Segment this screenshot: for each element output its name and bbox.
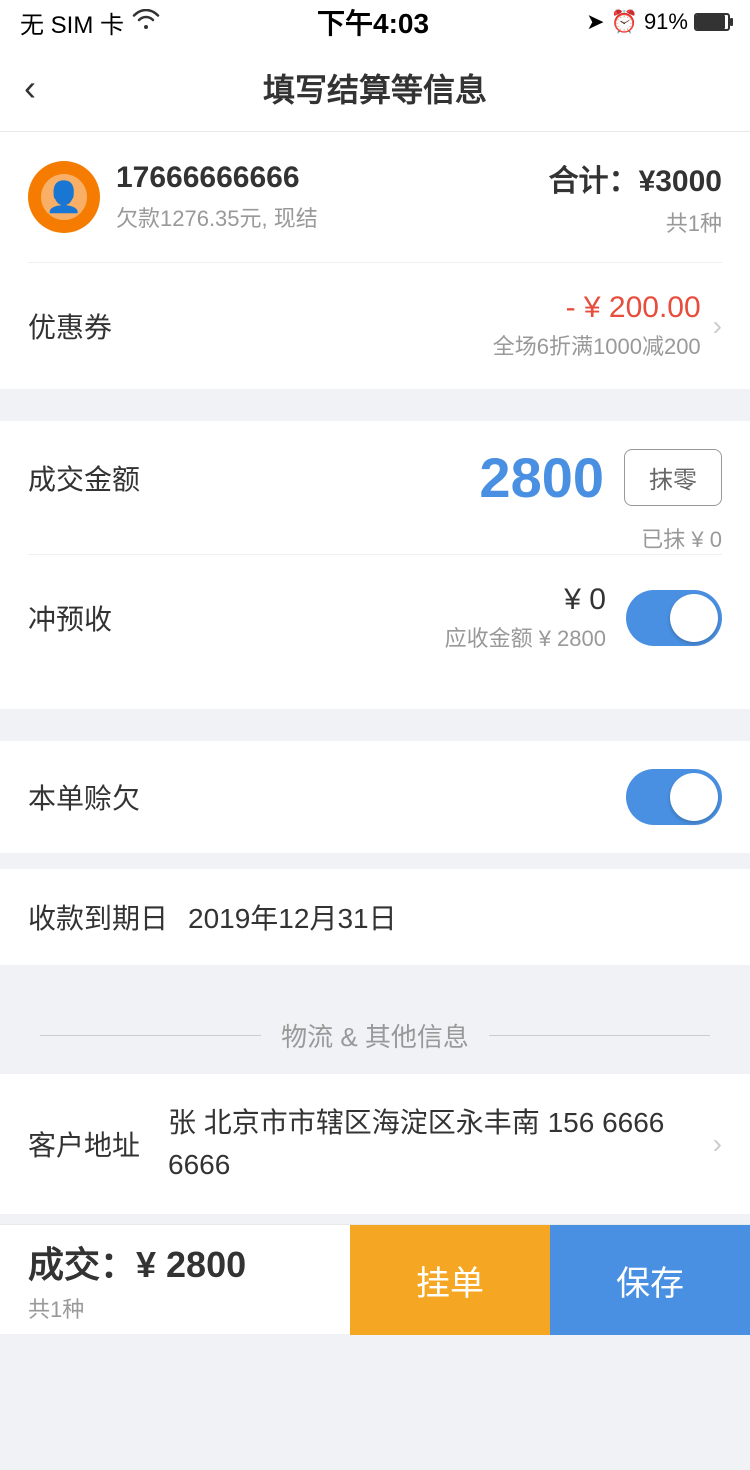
gray-spacer-3 xyxy=(0,981,750,997)
bad-debt-toggle-knob xyxy=(670,773,718,821)
address-chevron-icon: › xyxy=(713,1128,722,1160)
bottom-count: 共1种 xyxy=(28,1292,322,1324)
location-icon: ➤ xyxy=(586,9,604,35)
coupon-amount: - ¥ 200.00 xyxy=(566,291,701,325)
divider-line-right xyxy=(489,1035,710,1036)
gray-spacer-2 xyxy=(0,725,750,741)
bad-debt-section: 本单赊欠 xyxy=(0,741,750,853)
deal-amount-section: 成交金额 2800 抹零 已抹 ¥ 0 冲预收 ¥ 0 应收金额 ¥ 2800 xyxy=(0,421,750,709)
customer-left: 👤 17666666666 欠款1276.35元, 现结 xyxy=(28,161,318,233)
due-date-section: 收款到期日 2019年12月31日 xyxy=(0,869,750,965)
customer-debt: 欠款1276.35元, 现结 xyxy=(116,201,318,233)
total-count: 共1种 xyxy=(549,206,722,238)
bad-debt-toggle[interactable] xyxy=(626,769,722,825)
time-display: 下午4:03 xyxy=(317,2,429,42)
status-right: ➤ ⏰ 91% xyxy=(586,9,730,35)
chevron-right-icon: › xyxy=(713,310,722,342)
pre-collection-toggle[interactable] xyxy=(626,590,722,646)
address-section[interactable]: 客户地址 张 北京市市辖区海淀区永丰南 156 6666 6666 › xyxy=(0,1074,750,1214)
customer-total: 合计：¥3000 共1种 xyxy=(549,156,722,238)
wifi-icon xyxy=(132,8,160,36)
nav-bar: ‹ 填写结算等信息 xyxy=(0,44,750,132)
pre-collection-value: ¥ 0 xyxy=(564,583,606,617)
coupon-row[interactable]: 优惠券 - ¥ 200.00 全场6折满1000减200 › xyxy=(28,263,722,389)
round-button[interactable]: 抹零 xyxy=(624,449,722,506)
alarm-icon: ⏰ xyxy=(611,9,638,35)
amount-sub: 已抹 ¥ 0 xyxy=(641,527,722,552)
due-date-value: 2019年12月31日 xyxy=(188,897,397,937)
save-button[interactable]: 保存 xyxy=(550,1225,750,1335)
status-left: 无 SIM 卡 xyxy=(20,5,160,40)
avatar: 👤 xyxy=(28,161,100,233)
address-value: 张 北京市市辖区海淀区永丰南 156 6666 6666 xyxy=(168,1102,713,1186)
coupon-desc: 全场6折满1000减200 xyxy=(493,329,701,361)
logistics-label: 物流 & 其他信息 xyxy=(281,1017,469,1054)
logistics-divider: 物流 & 其他信息 xyxy=(0,997,750,1074)
back-button[interactable]: ‹ xyxy=(24,67,36,109)
hang-button[interactable]: 挂单 xyxy=(350,1225,550,1335)
amount-row: 成交金额 2800 抹零 xyxy=(28,449,722,506)
total-amount: 合计：¥3000 xyxy=(549,156,722,200)
pre-collection-row: 冲预收 ¥ 0 应收金额 ¥ 2800 xyxy=(28,554,722,681)
battery-text: 91% xyxy=(644,9,688,35)
coupon-label: 优惠券 xyxy=(28,306,112,346)
page-title: 填写结算等信息 xyxy=(263,65,487,111)
bottom-deal-amount: 成交：¥ 2800 xyxy=(28,1236,322,1288)
divider-line-left xyxy=(40,1035,261,1036)
status-bar: 无 SIM 卡 下午4:03 ➤ ⏰ 91% xyxy=(0,0,750,44)
customer-card: 👤 17666666666 欠款1276.35元, 现结 合计：¥3000 共1… xyxy=(0,132,750,389)
battery-icon xyxy=(694,13,730,31)
bottom-buttons: 挂单 保存 xyxy=(350,1225,750,1334)
toggle-knob xyxy=(670,594,718,642)
pre-collection-sub: 应收金额 ¥ 2800 xyxy=(445,621,606,653)
gray-spacer xyxy=(0,405,750,421)
pre-collection-label: 冲预收 xyxy=(28,598,112,638)
coupon-right: - ¥ 200.00 全场6折满1000减200 › xyxy=(493,291,722,361)
carrier-text: 无 SIM 卡 xyxy=(20,5,124,40)
avatar-icon: 👤 xyxy=(45,180,82,215)
bad-debt-label: 本单赊欠 xyxy=(28,777,140,817)
bottom-bar: 成交：¥ 2800 共1种 挂单 保存 xyxy=(0,1224,750,1334)
deal-amount-label: 成交金额 xyxy=(28,458,140,498)
due-date-label: 收款到期日 xyxy=(28,897,168,937)
customer-info: 17666666666 欠款1276.35元, 现结 xyxy=(116,161,318,233)
bottom-summary: 成交：¥ 2800 共1种 xyxy=(0,1236,350,1324)
address-label: 客户地址 xyxy=(28,1124,140,1164)
customer-phone: 17666666666 xyxy=(116,161,318,195)
customer-row: 👤 17666666666 欠款1276.35元, 现结 合计：¥3000 共1… xyxy=(28,132,722,262)
deal-amount-value: 2800 xyxy=(479,450,604,506)
